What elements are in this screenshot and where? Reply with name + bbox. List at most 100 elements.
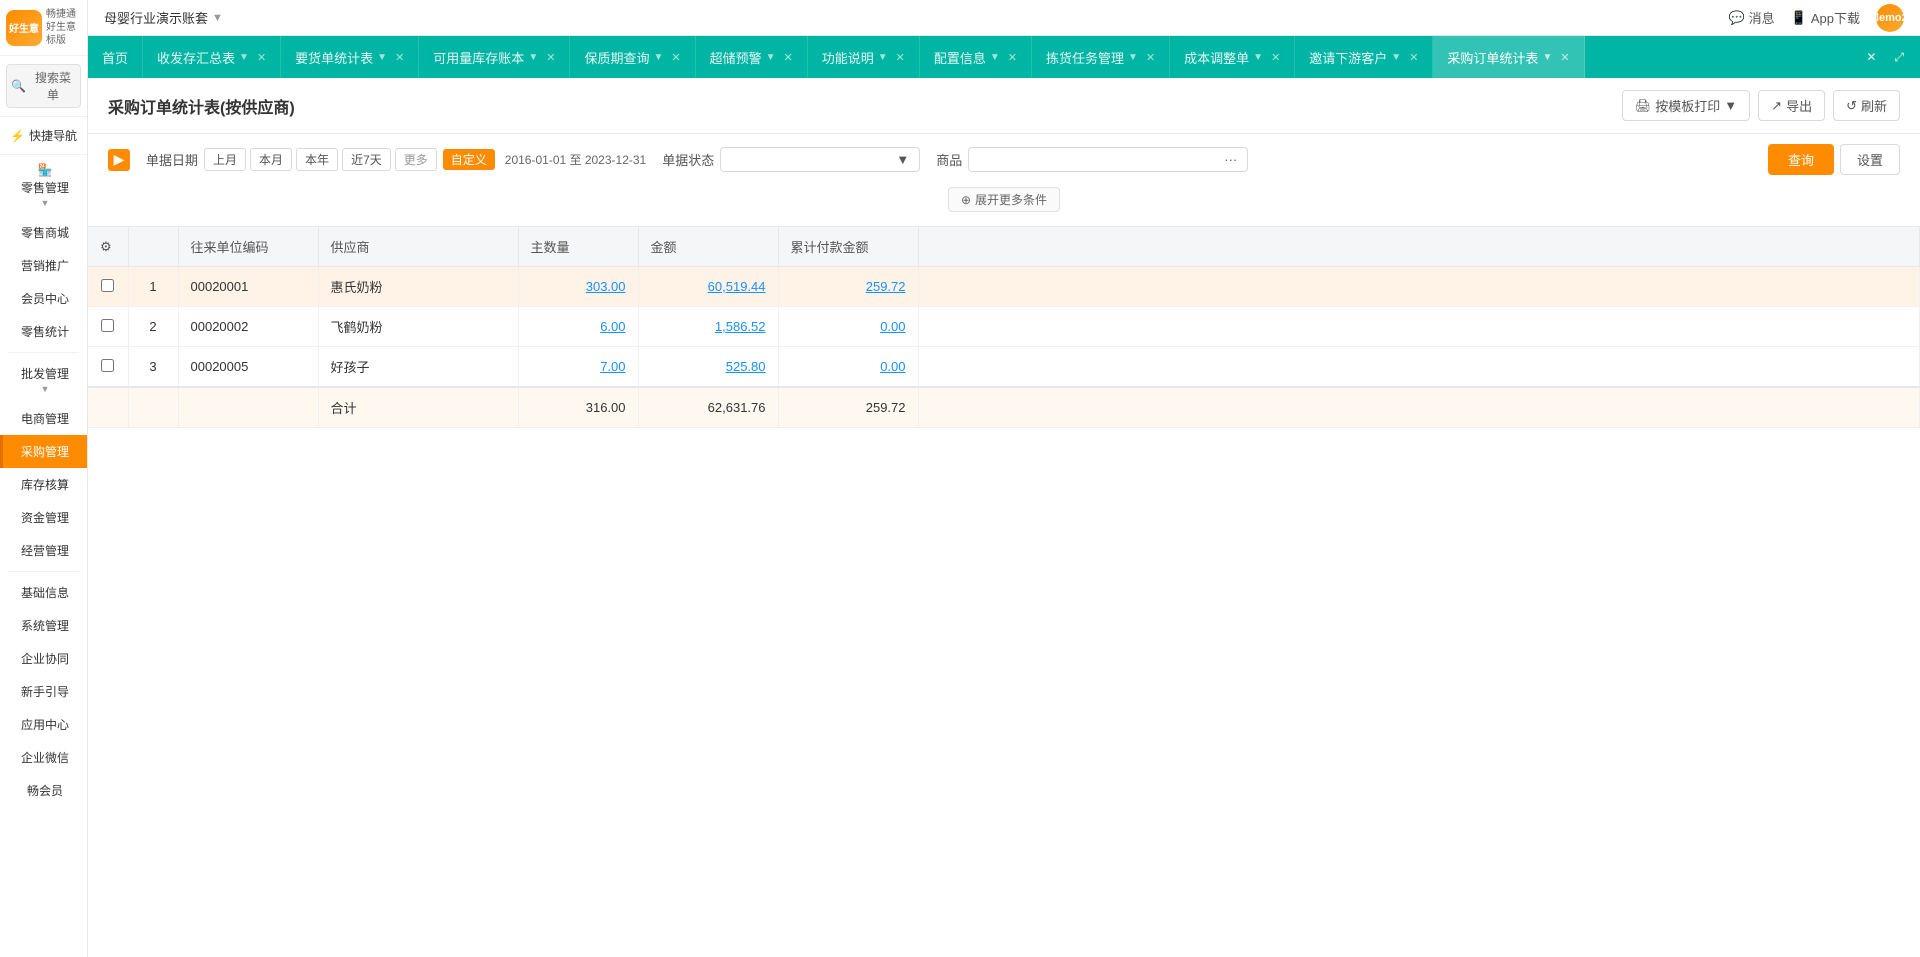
col-header-supplier: 供应商 xyxy=(318,227,518,267)
expand-row: ⊕ 展开更多条件 xyxy=(108,183,1900,216)
status-filter-group: 单据状态 ▼ xyxy=(662,147,920,172)
nav-tab-collect-pay[interactable]: 收发存汇总表 ▼ ✕ xyxy=(143,36,281,78)
goods-select[interactable]: ··· xyxy=(968,147,1248,172)
retail-mgmt-icon: 🏪 xyxy=(38,163,53,177)
sidebar-item-newbie-guide[interactable]: 新手引导 xyxy=(0,675,87,708)
nav-tab-close-7[interactable]: ✕ xyxy=(1008,51,1017,64)
footer-no-cell xyxy=(128,387,178,428)
workspace-selector[interactable]: 母婴行业演示账套 ▼ xyxy=(104,8,223,27)
date-shortcut-last-month[interactable]: 上月 xyxy=(204,148,246,171)
row-paid-0[interactable]: 259.72 xyxy=(778,267,918,307)
date-custom-badge[interactable]: 自定义 xyxy=(443,149,495,170)
footer-amount-cell: 62,631.76 xyxy=(638,387,778,428)
sidebar-search[interactable]: 🔍 搜索菜单 xyxy=(0,56,87,117)
nav-tab-close-4[interactable]: ✕ xyxy=(671,51,680,64)
nav-tab-close-9[interactable]: ✕ xyxy=(1271,51,1280,64)
nav-tab-function-desc[interactable]: 功能说明 ▼ ✕ xyxy=(808,36,920,78)
row-paid-1[interactable]: 0.00 xyxy=(778,307,918,347)
quick-nav-button[interactable]: ⚡ 快捷导航 xyxy=(0,121,87,150)
col-header-check: ⚙ xyxy=(88,227,128,267)
export-button[interactable]: ↗ 导出 xyxy=(1758,90,1825,121)
nav-tab-available-stock[interactable]: 可用量库存账本 ▼ ✕ xyxy=(419,36,570,78)
app-download-action[interactable]: 📱 App下载 xyxy=(1791,8,1860,27)
query-button[interactable]: 查询 xyxy=(1768,144,1834,175)
nav-tab-arrow-8: ▼ xyxy=(1128,52,1138,63)
row-check-1[interactable] xyxy=(88,307,128,347)
row-check-2[interactable] xyxy=(88,347,128,388)
filter-bar: ▶ 单据日期 上月 本月 本年 近7天 更多 自定义 2016-01-01 至 … xyxy=(88,134,1920,227)
sidebar-item-retail-mall[interactable]: 零售商城 xyxy=(0,216,87,249)
nav-tab-close-5[interactable]: ✕ xyxy=(784,51,793,64)
nav-tab-pick-task[interactable]: 拣货任务管理 ▼ ✕ xyxy=(1032,36,1170,78)
date-range-text: 2016-01-01 至 2023-12-31 xyxy=(505,151,646,168)
quick-nav-icon: ⚡ xyxy=(10,129,25,143)
filter-toggle-arrow[interactable]: ▶ xyxy=(108,149,130,171)
sidebar-item-enterprise-coop[interactable]: 企业协同 xyxy=(0,642,87,675)
status-select[interactable]: ▼ xyxy=(720,147,920,172)
row-qty-1[interactable]: 6.00 xyxy=(518,307,638,347)
sidebar-item-member-center[interactable]: 会员中心 xyxy=(0,282,87,315)
chevron-down-icon-2: ▼ xyxy=(41,384,50,394)
sidebar-item-app-center[interactable]: 应用中心 xyxy=(0,708,87,741)
row-paid-2[interactable]: 0.00 xyxy=(778,347,918,388)
nav-tab-close-10[interactable]: ✕ xyxy=(1409,51,1418,64)
nav-tab-shelf-life[interactable]: 保质期查询 ▼ ✕ xyxy=(570,36,695,78)
sidebar-item-inventory-check[interactable]: 库存核算 xyxy=(0,468,87,501)
date-shortcut-more[interactable]: 更多 xyxy=(395,148,437,171)
gear-icon[interactable]: ⚙ xyxy=(100,239,112,254)
table-row[interactable]: 1 00020001 惠氏奶粉 303.00 60,519.44 259.72 xyxy=(88,267,1920,307)
nav-tab-close-11[interactable]: ✕ xyxy=(1560,51,1569,64)
message-action[interactable]: 💬 消息 xyxy=(1728,8,1774,27)
settings-button[interactable]: 设置 xyxy=(1840,144,1900,175)
table-row[interactable]: 2 00020002 飞鹤奶粉 6.00 1,586.52 0.00 xyxy=(88,307,1920,347)
nav-tab-close-1[interactable]: ✕ xyxy=(257,51,266,64)
goods-more-icon: ··· xyxy=(1224,152,1237,167)
date-shortcut-this-month[interactable]: 本月 xyxy=(250,148,292,171)
row-check-0[interactable] xyxy=(88,267,128,307)
nav-tab-close-2[interactable]: ✕ xyxy=(395,51,404,64)
nav-expand-button[interactable]: ⤢ xyxy=(1886,46,1912,69)
nav-tab-order-summary[interactable]: 要货单统计表 ▼ ✕ xyxy=(281,36,419,78)
date-shortcut-7days[interactable]: 近7天 xyxy=(342,148,391,171)
search-icon: 🔍 xyxy=(11,79,26,93)
sidebar-item-marketing[interactable]: 营销推广 xyxy=(0,249,87,282)
sidebar-item-system-mgmt[interactable]: 系统管理 xyxy=(0,609,87,642)
row-amount-1[interactable]: 1,586.52 xyxy=(638,307,778,347)
sidebar-item-vip-member[interactable]: 畅会员 xyxy=(0,774,87,807)
sidebar-item-purchase-mgmt[interactable]: 采购管理 xyxy=(0,435,87,468)
sidebar-item-finance-mgmt[interactable]: 资金管理 xyxy=(0,501,87,534)
sidebar-item-enterprise-wechat[interactable]: 企业微信 xyxy=(0,741,87,774)
row-qty-2[interactable]: 7.00 xyxy=(518,347,638,388)
nav-close-button[interactable]: ✕ xyxy=(1858,46,1884,68)
nav-tab-purchase-summary[interactable]: 采购订单统计表 ▼ ✕ xyxy=(1433,36,1584,78)
nav-tab-close-8[interactable]: ✕ xyxy=(1146,51,1155,64)
sidebar-item-ecommerce-mgmt[interactable]: 电商管理 xyxy=(0,402,87,435)
row-qty-0[interactable]: 303.00 xyxy=(518,267,638,307)
table-row[interactable]: 3 00020005 好孩子 7.00 525.80 0.00 xyxy=(88,347,1920,388)
sidebar-item-wholesale-mgmt[interactable]: 批发管理 ▼ xyxy=(0,357,87,402)
refresh-button[interactable]: ↺ 刷新 xyxy=(1833,90,1900,121)
search-menu-button[interactable]: 🔍 搜索菜单 xyxy=(6,64,81,108)
main-area: 母婴行业演示账套 ▼ 💬 消息 📱 App下载 demo2 首页 收发存汇总表 … xyxy=(88,0,1920,957)
row-amount-2[interactable]: 525.80 xyxy=(638,347,778,388)
nav-tab-invite-downstream[interactable]: 邀请下游客户 ▼ ✕ xyxy=(1295,36,1433,78)
nav-tab-close-3[interactable]: ✕ xyxy=(546,51,555,64)
expand-more-conditions-button[interactable]: ⊕ 展开更多条件 xyxy=(948,187,1060,212)
date-shortcut-this-year[interactable]: 本年 xyxy=(296,148,338,171)
nav-tab-arrow-9: ▼ xyxy=(1253,52,1263,63)
nav-tab-home[interactable]: 首页 xyxy=(88,36,143,78)
nav-tab-arrow-3: ▼ xyxy=(528,52,538,63)
sidebar-item-ops-mgmt[interactable]: 经营管理 xyxy=(0,534,87,567)
print-button[interactable]: 🖨 按模板打印 ▼ xyxy=(1622,90,1750,121)
nav-tab-close-6[interactable]: ✕ xyxy=(896,51,905,64)
sidebar-item-retail-mgmt[interactable]: 🏪 零售管理 ▼ xyxy=(0,155,87,216)
nav-tab-config-info[interactable]: 配置信息 ▼ ✕ xyxy=(920,36,1032,78)
export-icon: ↗ xyxy=(1771,98,1782,114)
refresh-icon: ↺ xyxy=(1846,98,1857,114)
nav-tab-cost-adjust[interactable]: 成本调整单 ▼ ✕ xyxy=(1170,36,1295,78)
sidebar-item-basic-info[interactable]: 基础信息 xyxy=(0,576,87,609)
user-avatar[interactable]: demo2 xyxy=(1876,4,1904,32)
sidebar-item-retail-stats[interactable]: 零售统计 xyxy=(0,315,87,348)
row-amount-0[interactable]: 60,519.44 xyxy=(638,267,778,307)
nav-tab-overstock-warning[interactable]: 超储预警 ▼ ✕ xyxy=(696,36,808,78)
